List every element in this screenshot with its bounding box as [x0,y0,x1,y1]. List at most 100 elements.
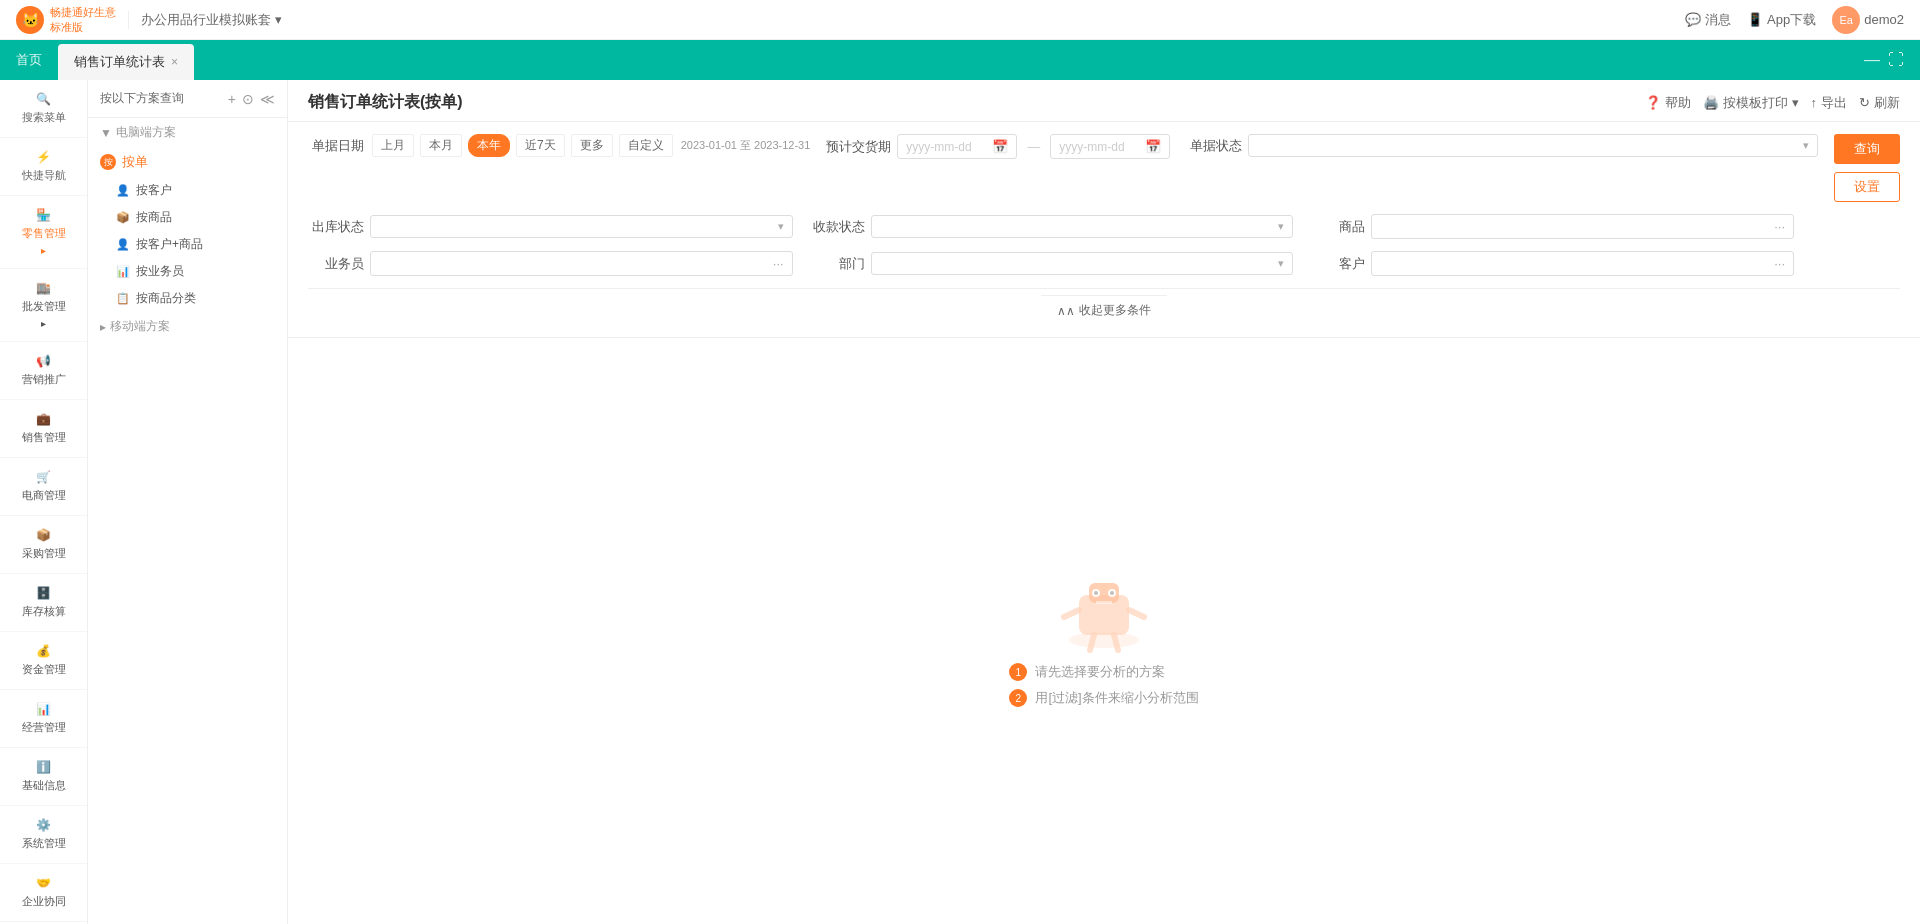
sidebar-item-system[interactable]: ⚙️ 系统管理 [0,806,87,864]
tab-sales-order-stats[interactable]: 销售订单统计表 × [58,44,194,80]
delivery-arrow: ▾ [778,220,784,233]
filter-area: 单据日期 上月 本月 本年 近7天 更多 自定义 2023-01-01 至 20… [288,122,1920,338]
date-btn-more[interactable]: 更多 [571,134,613,157]
date-btn-custom[interactable]: 自定义 [619,134,673,157]
top-bar-right: 💬 消息 📱 App下载 Ea demo2 [1685,6,1904,34]
collapse-panel-button[interactable]: ≪ [260,91,275,107]
content-area: 按以下方案查询 + ⊙ ≪ ▼ 电脑端方案 按 按单 👤 按客户 [88,80,1920,924]
basic-icon: ℹ️ [36,760,51,774]
tab-home[interactable]: 首页 [0,40,58,80]
export-button[interactable]: ↑ 导出 [1811,94,1848,112]
delivery-status-select[interactable]: ▾ [370,215,793,238]
scheme-by-customer-product-icon: 👤 [116,238,130,251]
sidebar-item-ecommerce[interactable]: 🛒 电商管理 [0,458,87,516]
date-btn-this-month[interactable]: 本月 [420,134,462,157]
top-bar: 🐱 畅捷通好生意 标准版 办公用品行业模拟账套 ▾ 💬 消息 📱 App下载 E… [0,0,1920,40]
message-button[interactable]: 💬 消息 [1685,11,1731,29]
product-select[interactable]: ··· [1371,214,1794,239]
scheme-by-customer-product[interactable]: 👤 按客户+商品 [88,231,287,258]
svg-line-10 [1090,635,1094,650]
scheme-by-salesperson[interactable]: 📊 按业务员 [88,258,287,285]
delivery-status-label: 出库状态 [308,218,364,236]
app-download-button[interactable]: 📱 App下载 [1747,11,1816,29]
minimize-window-button[interactable]: — [1864,51,1880,69]
expected-date-label: 预计交货期 [826,138,891,156]
ecommerce-icon: 🛒 [36,470,51,484]
order-status-label: 单据状态 [1186,137,1242,155]
inventory-icon: 🗄️ [36,586,51,600]
top-bar-left: 🐱 畅捷通好生意 标准版 办公用品行业模拟账套 ▾ [16,5,282,34]
message-icon: 💬 [1685,12,1701,27]
scheme-by-order[interactable]: 按 按单 [88,147,287,177]
refresh-button[interactable]: ↻ 刷新 [1859,94,1900,112]
sidebar-item-marketing[interactable]: 📢 营销推广 [0,342,87,400]
logo-text: 畅捷通好生意 标准版 [50,5,116,34]
date-btn-7days[interactable]: 近7天 [516,134,565,157]
empty-illustration [1044,555,1164,655]
expected-date-end[interactable]: yyyy-mm-dd 📅 [1050,134,1170,159]
pc-group-header[interactable]: ▼ 电脑端方案 [88,118,287,147]
system-icon: ⚙️ [36,818,51,832]
left-panel-actions: + ⊙ ≪ [228,91,275,107]
salesperson-dots: ··· [773,256,784,271]
scheme-by-salesperson-icon: 📊 [116,265,130,278]
right-main: 销售订单统计表(按单) ❓ 帮助 🖨️ 按模板打印 ▾ ↑ [288,80,1920,924]
order-status-select[interactable]: ▾ [1248,134,1818,157]
sidebar: 🔍 搜索菜单 ⚡ 快捷导航 🏪 零售管理 ▸ 🏬 批发管理 ▸ 📢 营销推广 💼… [0,80,88,924]
svg-rect-7 [1096,601,1112,604]
scheme-by-category[interactable]: 📋 按商品分类 [88,285,287,312]
close-tab-icon[interactable]: × [171,55,178,69]
fullscreen-button[interactable]: ⛶ [1888,51,1904,69]
expected-date-start[interactable]: yyyy-mm-dd 📅 [897,134,1017,159]
svg-line-11 [1114,635,1118,650]
user-menu[interactable]: Ea demo2 [1832,6,1904,34]
department-select[interactable]: ▾ [871,252,1294,275]
settings-button[interactable]: 设置 [1834,172,1900,202]
help-button[interactable]: ❓ 帮助 [1645,94,1691,112]
date-btn-last-month[interactable]: 上月 [372,134,414,157]
quick-nav-icon: ⚡ [36,150,51,164]
sidebar-search[interactable]: 🔍 搜索菜单 [0,80,87,138]
date-btn-this-year[interactable]: 本年 [468,134,510,157]
search-button[interactable]: 查询 [1834,134,1900,164]
edit-scheme-button[interactable]: ⊙ [242,91,254,107]
collapse-filter-button[interactable]: ∧∧ 收起更多条件 [1041,295,1167,325]
main-layout: 🔍 搜索菜单 ⚡ 快捷导航 🏪 零售管理 ▸ 🏬 批发管理 ▸ 📢 营销推广 💼… [0,80,1920,924]
scheme-by-product-icon: 📦 [116,211,130,224]
operation-icon: 📊 [36,702,51,716]
template-print-button[interactable]: 🖨️ 按模板打印 ▾ [1703,94,1799,112]
sidebar-quick-nav[interactable]: ⚡ 快捷导航 [0,138,87,196]
mobile-group-header[interactable]: ▸ 移动端方案 [88,312,287,341]
sidebar-item-enterprise[interactable]: 🤝 企业协同 [0,864,87,922]
product-dots: ··· [1774,219,1785,234]
date-range-text: 2023-01-01 至 2023-12-31 [681,138,811,153]
svg-point-6 [1110,591,1114,595]
scheme-by-product[interactable]: 📦 按商品 [88,204,287,231]
date-buttons-group: 上月 本月 本年 近7天 更多 自定义 [372,134,673,157]
sidebar-item-purchase[interactable]: 📦 采购管理 [0,516,87,574]
retail-icon: 🏪 [36,208,51,222]
sidebar-item-finance[interactable]: 💰 资金管理 [0,632,87,690]
sidebar-item-wholesale[interactable]: 🏬 批发管理 ▸ [0,269,87,342]
print-dropdown-icon: ▾ [1792,95,1799,110]
expand-icon-mobile: ▸ [100,320,106,334]
sidebar-item-inventory[interactable]: 🗄️ 库存核算 [0,574,87,632]
avatar: Ea [1832,6,1860,34]
sales-icon: 💼 [36,412,51,426]
sidebar-item-basic[interactable]: ℹ️ 基础信息 [0,748,87,806]
add-scheme-button[interactable]: + [228,91,236,107]
scheme-by-customer[interactable]: 👤 按客户 [88,177,287,204]
enterprise-icon: 🤝 [36,876,51,890]
customer-select[interactable]: ··· [1371,251,1794,276]
sidebar-item-sales[interactable]: 💼 销售管理 [0,400,87,458]
finance-icon: 💰 [36,644,51,658]
app-selector[interactable]: 办公用品行业模拟账套 ▾ [128,11,282,29]
sidebar-item-retail[interactable]: 🏪 零售管理 ▸ [0,196,87,269]
page-title-row: 销售订单统计表(按单) ❓ 帮助 🖨️ 按模板打印 ▾ ↑ [308,92,1900,113]
left-panel-header: 按以下方案查询 + ⊙ ≪ [88,80,287,118]
salesperson-select[interactable]: ··· [370,251,793,276]
scheme-by-customer-icon: 👤 [116,184,130,197]
payment-status-select[interactable]: ▾ [871,215,1294,238]
sidebar-item-operation[interactable]: 📊 经营管理 [0,690,87,748]
marketing-icon: 📢 [36,354,51,368]
